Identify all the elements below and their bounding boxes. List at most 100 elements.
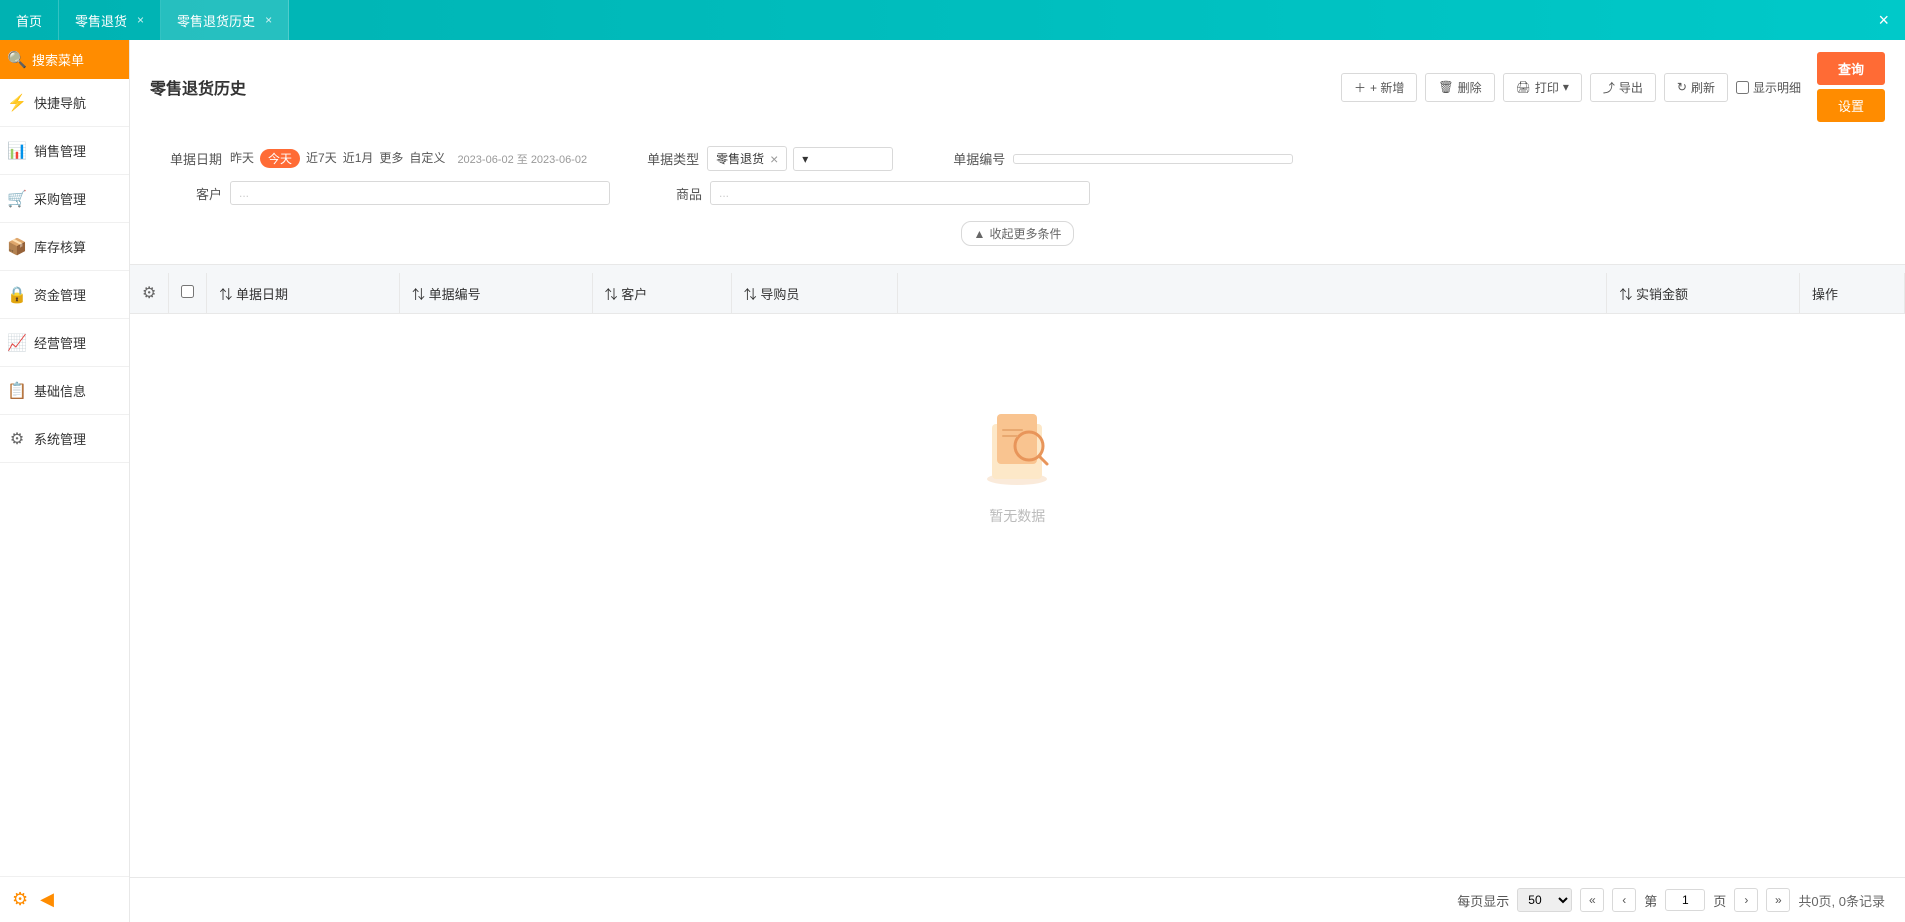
sidebar-item-quick-nav[interactable]: ⚡ 快捷导航 xyxy=(0,79,129,127)
th-customer-label: ⇅ 客户 xyxy=(605,287,648,302)
page-title: 零售退货历史 xyxy=(150,75,246,99)
collapse-button[interactable]: ▲ 收起更多条件 xyxy=(961,221,1075,246)
sidebar-item-sales-label: 销售管理 xyxy=(34,141,86,160)
sidebar-search[interactable]: 🔍 搜索菜单 xyxy=(0,40,129,79)
goods-placeholder: ... xyxy=(719,186,729,200)
basic-info-icon: 📋 xyxy=(8,382,26,400)
print-dropdown-icon: ▾ xyxy=(1563,80,1569,94)
type-tag-label: 零售退货 xyxy=(716,150,764,167)
tab-retail-return-label: 零售退货 xyxy=(75,11,127,30)
empty-state: 暂无数据 xyxy=(130,314,1905,606)
th-checkbox xyxy=(169,273,207,314)
new-button[interactable]: ＋ + 新增 xyxy=(1341,73,1417,102)
sidebar-item-system-label: 系统管理 xyxy=(34,429,86,448)
data-table: ⚙ ⇅ 单据日期 ⇅ 单据编号 ⇅ 客户 xyxy=(130,273,1905,606)
display-detail-label: 显示明细 xyxy=(1753,79,1801,96)
collapse-sidebar-icon[interactable]: ◀ xyxy=(40,889,54,910)
tab-list: 首页 零售退货 × 零售退货历史 × xyxy=(0,0,1862,40)
page-title-row: 零售退货历史 ＋ + 新增 🗑 删除 🖨 打印 ▾ xyxy=(150,52,1885,122)
top-bar: 首页 零售退货 × 零售退货历史 × × xyxy=(0,0,1905,40)
settings-button[interactable]: 设置 xyxy=(1817,89,1885,122)
tab-home[interactable]: 首页 xyxy=(0,0,59,40)
refresh-button[interactable]: ↻ 刷新 xyxy=(1664,73,1728,102)
prev-page-btn[interactable]: ‹ xyxy=(1612,888,1636,912)
th-action: 操作 xyxy=(1800,273,1905,314)
delete-button[interactable]: 🗑 删除 xyxy=(1425,73,1494,102)
sidebar: 🔍 搜索菜单 ⚡ 快捷导航 📊 销售管理 🛒 采购管理 📦 库存核算 🔒 资金管… xyxy=(0,40,130,922)
table-settings-icon[interactable]: ⚙ xyxy=(142,285,156,302)
window-close-btn[interactable]: × xyxy=(1862,10,1905,31)
sidebar-search-label: 搜索菜单 xyxy=(32,50,84,69)
filter-row-date: 单据日期 昨天 今天 近7天 近1月 更多 自定义 2023-06-02 至 2… xyxy=(150,146,1885,171)
query-button[interactable]: 查询 xyxy=(1817,52,1885,85)
delete-icon: 🗑 xyxy=(1438,80,1453,94)
search-icon: 🔍 xyxy=(8,51,26,69)
print-icon: 🖨 xyxy=(1516,80,1531,94)
th-date-label: ⇅ 单据日期 xyxy=(219,287,288,302)
finance-icon: 🔒 xyxy=(8,286,26,304)
display-detail-checkbox[interactable] xyxy=(1736,81,1749,94)
customer-placeholder: ... xyxy=(239,186,249,200)
sidebar-item-sales[interactable]: 📊 销售管理 xyxy=(0,127,129,175)
goods-input[interactable]: ... xyxy=(710,181,1090,205)
tab-retail-return-close[interactable]: × xyxy=(137,13,144,27)
collapse-icon: ▲ xyxy=(974,227,986,241)
sidebar-item-basic-info[interactable]: 📋 基础信息 xyxy=(0,367,129,415)
tab-home-label: 首页 xyxy=(16,11,42,30)
table-container: ⚙ ⇅ 单据日期 ⇅ 单据编号 ⇅ 客户 xyxy=(130,273,1905,877)
print-button[interactable]: 🖨 打印 ▾ xyxy=(1503,73,1582,102)
date-1month[interactable]: 近1月 xyxy=(343,149,374,168)
empty-illustration xyxy=(967,394,1067,494)
tab-retail-return-history-close[interactable]: × xyxy=(265,13,272,27)
sidebar-item-finance[interactable]: 🔒 资金管理 xyxy=(0,271,129,319)
page-size-select[interactable]: 50 100 200 xyxy=(1517,888,1572,912)
sales-icon: 📊 xyxy=(8,142,26,160)
date-quick-links: 昨天 今天 近7天 近1月 更多 自定义 xyxy=(230,149,445,168)
type-filter-label: 单据类型 xyxy=(627,149,707,168)
date-7days[interactable]: 近7天 xyxy=(306,149,337,168)
sidebar-item-purchase[interactable]: 🛒 采购管理 xyxy=(0,175,129,223)
date-today[interactable]: 今天 xyxy=(260,149,300,168)
tab-retail-return[interactable]: 零售退货 × xyxy=(59,0,161,40)
sidebar-item-operations-label: 经营管理 xyxy=(34,333,86,352)
next-page-btn[interactable]: › xyxy=(1734,888,1758,912)
query-label: 查询 xyxy=(1838,62,1864,77)
type-filter-container: 零售退货 × ▾ xyxy=(707,146,893,171)
type-dropdown[interactable]: ▾ xyxy=(793,147,893,171)
new-icon: ＋ xyxy=(1354,79,1366,96)
date-range-display: 2023-06-02 至 2023-06-02 xyxy=(457,151,587,167)
th-no-label: ⇅ 单据编号 xyxy=(412,287,481,302)
inventory-icon: 📦 xyxy=(8,238,26,256)
tab-retail-return-history[interactable]: 零售退货历史 × xyxy=(161,0,289,40)
date-custom[interactable]: 自定义 xyxy=(409,149,445,168)
type-filter-tag: 零售退货 × xyxy=(707,146,787,171)
date-yesterday[interactable]: 昨天 xyxy=(230,149,254,168)
collapse-label: 收起更多条件 xyxy=(989,225,1061,242)
export-button[interactable]: ⤴ 导出 xyxy=(1590,73,1656,102)
print-label: 打印 xyxy=(1535,79,1559,96)
date-more[interactable]: 更多 xyxy=(379,149,403,168)
select-all-checkbox[interactable] xyxy=(181,285,194,298)
date-filter-group: 昨天 今天 近7天 近1月 更多 自定义 2023-06-02 至 2023-0… xyxy=(230,149,587,168)
export-label: 导出 xyxy=(1619,79,1643,96)
type-tag-close[interactable]: × xyxy=(770,151,778,167)
sidebar-item-inventory[interactable]: 📦 库存核算 xyxy=(0,223,129,271)
settings-bottom-icon[interactable]: ⚙ xyxy=(12,889,28,910)
refresh-icon: ↻ xyxy=(1677,80,1687,94)
doc-no-input[interactable] xyxy=(1013,154,1293,164)
first-page-btn[interactable]: « xyxy=(1580,888,1604,912)
pagination-bar: 每页显示 50 100 200 « ‹ 第 页 › » 共0页, 0条记录 xyxy=(130,877,1905,922)
operations-icon: 📈 xyxy=(8,334,26,352)
sidebar-item-system[interactable]: ⚙ 系统管理 xyxy=(0,415,129,463)
customer-input[interactable]: ... xyxy=(230,181,610,205)
sidebar-item-quick-nav-label: 快捷导航 xyxy=(34,93,86,112)
th-guide-label: ⇅ 导购员 xyxy=(744,287,800,302)
per-page-label: 每页显示 xyxy=(1457,891,1509,910)
sidebar-item-operations[interactable]: 📈 经营管理 xyxy=(0,319,129,367)
collapse-row: ▲ 收起更多条件 xyxy=(150,215,1885,252)
page-input[interactable] xyxy=(1665,889,1705,911)
last-page-btn[interactable]: » xyxy=(1766,888,1790,912)
sidebar-item-inventory-label: 库存核算 xyxy=(34,237,86,256)
page-header: 零售退货历史 ＋ + 新增 🗑 删除 🖨 打印 ▾ xyxy=(130,40,1905,265)
sidebar-item-finance-label: 资金管理 xyxy=(34,285,86,304)
